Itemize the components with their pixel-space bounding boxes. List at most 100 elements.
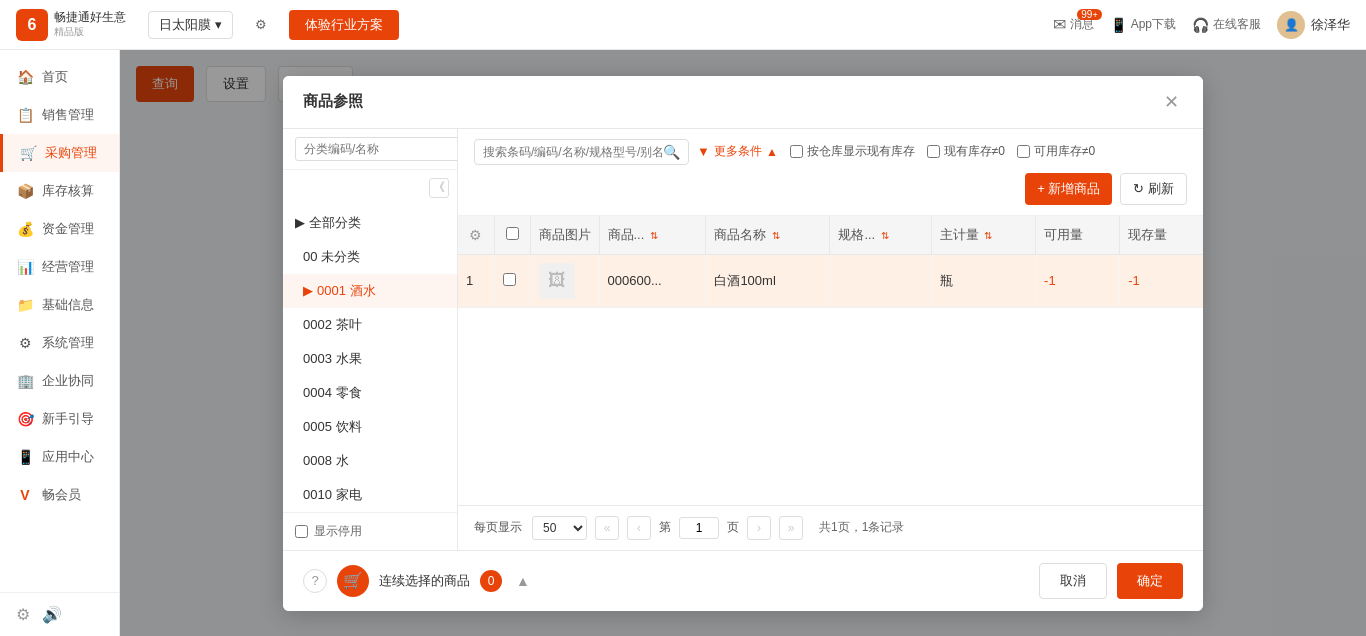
trial-button[interactable]: 体验行业方案 (289, 10, 399, 40)
footer-collapse-icon[interactable]: ▲ (516, 573, 530, 589)
col-code-label: 商品... (608, 227, 645, 242)
page-size-select[interactable]: 50 10 20 100 (532, 516, 587, 540)
sidebar-item-enterprise[interactable]: 🏢 企业协同 (0, 362, 119, 400)
headset-icon: 🎧 (1192, 17, 1209, 33)
page-number-input[interactable] (679, 517, 719, 539)
system-icon: ⚙ (16, 334, 34, 352)
col-checkbox[interactable] (494, 216, 530, 255)
cart-count-badge: 0 (480, 570, 502, 592)
volume-icon[interactable]: 🔊 (42, 605, 62, 624)
col-unit[interactable]: 主计量 ⇅ (931, 216, 1035, 255)
cancel-button[interactable]: 取消 (1039, 563, 1107, 599)
cart-button[interactable]: 🛒 (337, 565, 369, 597)
stock-ne0-checkbox[interactable] (927, 145, 940, 158)
col-spec-label: 规格... (838, 227, 875, 242)
purchase-icon: 🛒 (19, 144, 37, 162)
category-item-0004[interactable]: 0004 零食 (283, 376, 457, 410)
modal-header: 商品参照 ✕ (283, 76, 1203, 129)
category-item-00[interactable]: 00 未分类 (283, 240, 457, 274)
category-item-0002[interactable]: 0002 茶叶 (283, 308, 457, 342)
last-page-button[interactable]: » (779, 516, 803, 540)
help-icon[interactable]: ? (303, 569, 327, 593)
sidebar-item-home[interactable]: 🏠 首页 (0, 58, 119, 96)
table-row[interactable]: 1 🖼 000600... 白酒100ml (458, 254, 1203, 307)
sidebar-item-sales[interactable]: 📋 销售管理 (0, 96, 119, 134)
col-spec[interactable]: 规格... ⇅ (830, 216, 931, 255)
sidebar-item-operation[interactable]: 📊 经营管理 (0, 248, 119, 286)
page-total: 共1页，1条记录 (819, 519, 904, 536)
service-group[interactable]: 🎧 在线客服 (1192, 16, 1261, 33)
sort-icon: ⇅ (650, 230, 658, 241)
next-page-button[interactable]: › (747, 516, 771, 540)
row-available: -1 (1036, 254, 1120, 307)
app-download-group[interactable]: 📱 App下载 (1110, 16, 1176, 33)
search-input[interactable] (483, 145, 663, 159)
category-item-label: 全部分类 (309, 214, 361, 232)
row-select-checkbox[interactable] (503, 273, 516, 286)
checkbox-stock-ne0[interactable]: 现有库存≠0 (927, 143, 1005, 160)
available-ne0-checkbox[interactable] (1017, 145, 1030, 158)
category-item-0005[interactable]: 0005 饮料 (283, 410, 457, 444)
select-all-checkbox[interactable] (506, 227, 519, 240)
sidebar-item-finance[interactable]: 💰 资金管理 (0, 210, 119, 248)
col-name[interactable]: 商品名称 ⇅ (706, 216, 830, 255)
checkbox-available-ne0[interactable]: 可用库存≠0 (1017, 143, 1095, 160)
chevron-down-icon: ▾ (215, 17, 222, 32)
sidebar-item-guide[interactable]: 🎯 新手引导 (0, 400, 119, 438)
collapse-button[interactable]: 《 (429, 178, 449, 198)
warehouse-checkbox[interactable] (790, 145, 803, 158)
display-disabled-check[interactable]: 显示停用 (283, 512, 457, 550)
col-code[interactable]: 商品... ⇅ (599, 216, 706, 255)
search-icon[interactable]: 🔍 (663, 144, 680, 160)
sidebar-item-apps[interactable]: 📱 应用中心 (0, 438, 119, 476)
category-item-label: 0003 水果 (303, 350, 362, 368)
row-image: 🖼 (530, 254, 599, 307)
prev-page-button[interactable]: ‹ (627, 516, 651, 540)
row-checkbox[interactable] (494, 254, 530, 307)
confirm-button[interactable]: 确定 (1117, 563, 1183, 599)
user-area[interactable]: 👤 徐泽华 (1277, 11, 1350, 39)
col-name-label: 商品名称 (714, 227, 766, 242)
display-disabled-checkbox[interactable] (295, 525, 308, 538)
sidebar-item-basic[interactable]: 📁 基础信息 (0, 286, 119, 324)
table-settings-icon[interactable]: ⚙ (469, 227, 482, 243)
logo-text: 畅捷通好生意 精品版 (54, 10, 126, 40)
modal-overlay: 商品参照 ✕ 🔍 《 (120, 50, 1366, 636)
sidebar-item-system[interactable]: ⚙ 系统管理 (0, 324, 119, 362)
filter-button[interactable]: ▼ 更多条件 ▲ (697, 143, 778, 160)
sort-icon: ⇅ (772, 230, 780, 241)
sort-icon: ⇅ (881, 230, 889, 241)
category-item-0010[interactable]: 0010 家电 (283, 478, 457, 512)
category-item-0001[interactable]: ▶ 0001 酒水 (283, 274, 457, 308)
sidebar-item-member[interactable]: V 畅会员 (0, 476, 119, 514)
sidebar-item-purchase[interactable]: 🛒 采购管理 (0, 134, 119, 172)
search-bar: 🔍 ▼ 更多条件 ▲ 按仓库显示现有库存 (458, 129, 1203, 216)
user-name: 徐泽华 (1311, 16, 1350, 34)
checkbox-warehouse[interactable]: 按仓库显示现有库存 (790, 143, 915, 160)
col-settings[interactable]: ⚙ (458, 216, 494, 255)
message-group[interactable]: ✉ 消息 99 (1053, 15, 1094, 34)
sort-icon: ⇅ (984, 230, 992, 241)
available-ne0-label: 可用库存≠0 (1034, 143, 1095, 160)
category-item-label: 00 未分类 (303, 248, 360, 266)
category-item-all[interactable]: ▶ 全部分类 (283, 206, 457, 240)
sidebar-item-inventory[interactable]: 📦 库存核算 (0, 172, 119, 210)
refresh-button[interactable]: ↻ 刷新 (1120, 173, 1187, 205)
modal-close-button[interactable]: ✕ (1159, 90, 1183, 114)
category-item-0008[interactable]: 0008 水 (283, 444, 457, 478)
category-search-input[interactable] (295, 137, 458, 161)
continuous-label: 连续选择的商品 (379, 572, 470, 590)
sidebar-item-label: 库存核算 (42, 182, 94, 200)
display-disabled-label: 显示停用 (314, 523, 362, 540)
category-arrow-icon: ▶ (303, 283, 313, 298)
category-search-bar: 🔍 (283, 129, 457, 170)
category-item-0003[interactable]: 0003 水果 (283, 342, 457, 376)
settings-bottom-icon[interactable]: ⚙ (16, 605, 30, 624)
phone-icon: 📱 (1110, 17, 1127, 33)
add-product-button[interactable]: + 新增商品 (1025, 173, 1112, 205)
first-page-button[interactable]: « (595, 516, 619, 540)
settings-icon[interactable]: ⚙ (245, 9, 277, 41)
store-selector[interactable]: 日太阳膜 ▾ (148, 11, 233, 39)
operation-icon: 📊 (16, 258, 34, 276)
category-panel: 🔍 《 ▶ 全部分类 00 未分类 (283, 129, 458, 550)
